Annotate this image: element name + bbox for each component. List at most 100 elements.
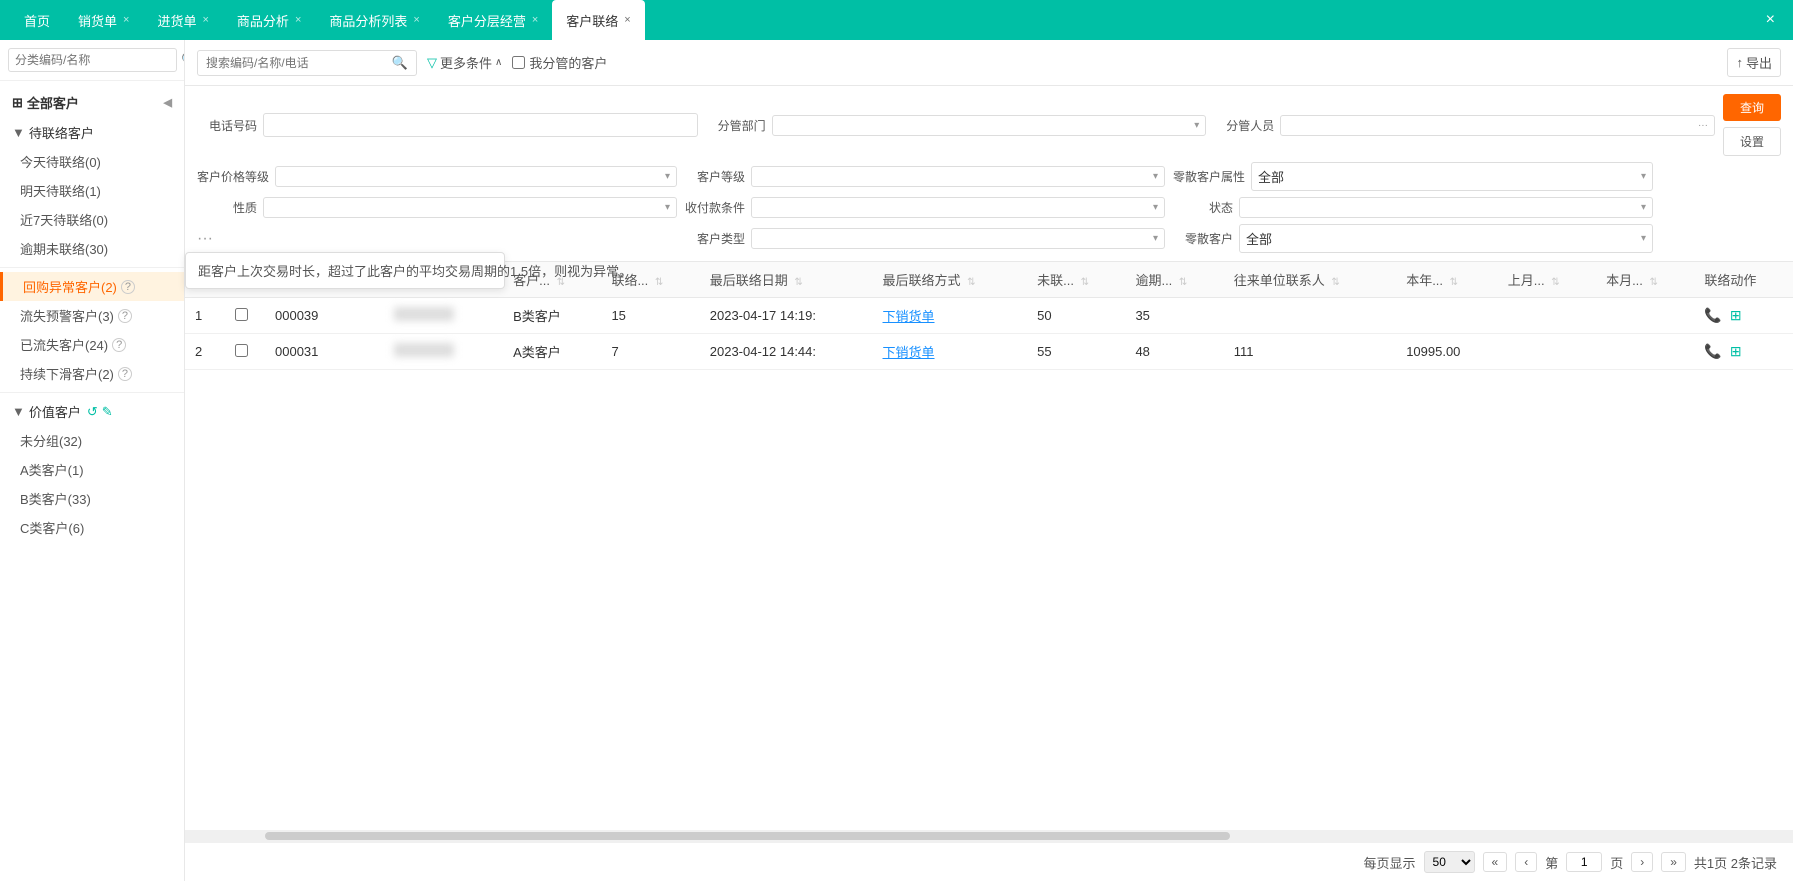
value-group-edit-icon[interactable]: ✎ [102,404,113,420]
sidebar-item-tomorrow[interactable]: 明天待联络(1) [0,176,184,205]
export-button[interactable]: ↑ 导出 [1727,48,1781,77]
action-buttons: 查询 设置 [1723,94,1781,156]
row1-method-link[interactable]: 下销货单 [883,309,935,324]
lost-warning-help-icon[interactable]: ? [118,309,132,323]
close-sales-tab[interactable]: × [123,14,129,26]
price-level-select[interactable]: ▾ [275,166,677,187]
first-page-button[interactable]: « [1483,852,1508,872]
row2-index: 2 [185,334,225,370]
settings-button[interactable]: 设置 [1723,127,1781,156]
status-field: 状态 ▾ [1173,197,1653,218]
customer-level-select[interactable]: ▾ [751,166,1165,187]
sidebar-pending-group[interactable]: ▼ 待联络客户 [0,118,184,147]
sidebar-item-overdue[interactable]: 逾期未联络(30) [0,234,184,263]
row2-more-icon[interactable]: ⊞ [1730,343,1742,360]
sidebar-item-already-lost[interactable]: 已流失客户(24) ? [0,330,184,359]
row2-checkbox[interactable] [235,344,248,357]
sort-icon-person[interactable]: ⇅ [1331,277,1339,288]
retail-customer-select[interactable]: 全部 ▾ [1239,224,1653,253]
nav-tab-analysis-list[interactable]: 商品分析列表 × [315,0,433,40]
declining-help-icon[interactable]: ? [118,367,132,381]
scrollbar-thumb[interactable] [265,832,1230,840]
customer-level-arrow-icon: ▾ [1153,171,1158,182]
close-purchase-tab[interactable]: × [202,14,208,26]
row1-type: B类客户 [503,298,601,334]
close-customer-tier-tab[interactable]: × [532,14,538,26]
close-analysis-tab[interactable]: × [295,14,301,26]
row2-type: A类客户 [503,334,601,370]
query-button[interactable]: 查询 [1723,94,1781,121]
sidebar-item-today[interactable]: 今天待联络(0) [0,147,184,176]
search-input[interactable] [206,56,392,70]
next-page-button[interactable]: › [1631,852,1653,872]
sidebar-search-input[interactable] [8,48,177,72]
nav-tab-purchase[interactable]: 进货单 × [143,0,222,40]
last-page-button[interactable]: » [1661,852,1686,872]
sort-icon-date[interactable]: ⇅ [794,277,802,288]
my-customer-checkbox-input[interactable] [512,56,525,69]
nav-tab-customer-tier[interactable]: 客户分层经营 × [434,0,552,40]
gender-select[interactable]: ▾ [263,197,677,218]
phone-input[interactable] [263,113,698,137]
close-analysis-list-tab[interactable]: × [413,14,419,26]
close-customer-contact-tab[interactable]: × [624,14,630,26]
horizontal-scrollbar[interactable] [185,830,1793,842]
retail-attr-select[interactable]: 全部 ▾ [1251,162,1653,191]
sort-icon-lmonth[interactable]: ⇅ [1551,277,1559,288]
dept-select[interactable]: ▾ [772,115,1207,136]
row1-name [384,298,503,334]
status-select[interactable]: ▾ [1239,197,1653,218]
row1-more-icon[interactable]: ⊞ [1730,307,1742,324]
nav-tab-sales[interactable]: 销货单 × [64,0,143,40]
sidebar-all-customers[interactable]: ⊞ 全部客户 ◀ [0,87,184,118]
more-conditions-icon[interactable]: ··· [197,230,213,248]
manager-field: 分管人员 ··· [1214,115,1715,136]
per-page-select[interactable]: 50 100 200 [1424,851,1475,873]
sidebar-item-c-class[interactable]: C类客户(6) [0,513,184,542]
sort-icon-contact[interactable]: ⇅ [655,277,663,288]
sidebar-item-7days[interactable]: 近7天待联络(0) [0,205,184,234]
sidebar-item-b-class[interactable]: B类客户(33) [0,484,184,513]
sort-icon-overdue[interactable]: ⇅ [1179,277,1187,288]
sort-icon-year[interactable]: ⇅ [1450,277,1458,288]
sidebar-value-group[interactable]: ▼ 价值客户 ↺ ✎ [0,397,184,426]
row1-checkbox[interactable] [235,308,248,321]
search-icon[interactable]: 🔍 [392,55,408,71]
row2-code: 000031 [265,334,384,370]
payment-select[interactable]: ▾ [751,197,1165,218]
row2-year: 10995.00 [1396,334,1498,370]
th-last-contact-date: 最后联络日期 ⇅ [700,262,873,298]
sidebar: 🔍 ⊞ 全部客户 ◀ ▼ 待联络客户 今天待联络(0) 明天待联络(1) 近7天… [0,40,185,881]
filter-more-btn[interactable]: ▽ 更多条件 ∧ [427,53,502,72]
export-icon: ↑ [1736,55,1743,70]
sidebar-item-declining[interactable]: 持续下滑客户(2) ? [0,359,184,388]
row1-phone-icon[interactable]: 📞 [1704,307,1721,324]
window-close-button[interactable]: × [1758,11,1783,29]
repurchase-help-icon[interactable]: ? [121,280,135,294]
sidebar-item-repurchase-abnormal[interactable]: 回购异常客户(2) ? [0,272,184,301]
page-number-input[interactable] [1566,852,1602,872]
data-table-wrap: ⚙ 客户编码 ⇅ 客户名称 ⇅ [185,262,1793,830]
manager-select[interactable]: ··· [1280,115,1715,136]
row1-last-method: 下销货单 [873,298,1028,334]
my-customer-checkbox[interactable]: 我分管的客户 [512,53,607,72]
prev-page-button[interactable]: ‹ [1515,852,1537,872]
chevron-down-icon: ∧ [495,57,502,68]
customer-level-field: 客户等级 ▾ [685,166,1165,187]
nav-tab-home[interactable]: 首页 [10,0,64,40]
sidebar-item-a-class[interactable]: A类客户(1) [0,455,184,484]
customer-type-arrow-icon: ▾ [1153,233,1158,244]
sidebar-item-ungrouped[interactable]: 未分组(32) [0,426,184,455]
gender-field: 性质 ▾ [197,197,677,218]
row2-method-link[interactable]: 下销货单 [883,345,935,360]
nav-tab-customer-contact[interactable]: 客户联络 × [552,0,644,40]
sort-icon-cmonth[interactable]: ⇅ [1650,277,1658,288]
value-group-refresh-icon[interactable]: ↺ [87,404,98,420]
already-lost-help-icon[interactable]: ? [112,338,126,352]
nav-tab-analysis[interactable]: 商品分析 × [223,0,315,40]
row2-phone-icon[interactable]: 📞 [1704,343,1721,360]
customer-type-select[interactable]: ▾ [751,228,1165,249]
sidebar-item-lost-warning[interactable]: 流失预警客户(3) ? [0,301,184,330]
sort-icon-method[interactable]: ⇅ [967,277,975,288]
sort-icon-unlabeled[interactable]: ⇅ [1081,277,1089,288]
